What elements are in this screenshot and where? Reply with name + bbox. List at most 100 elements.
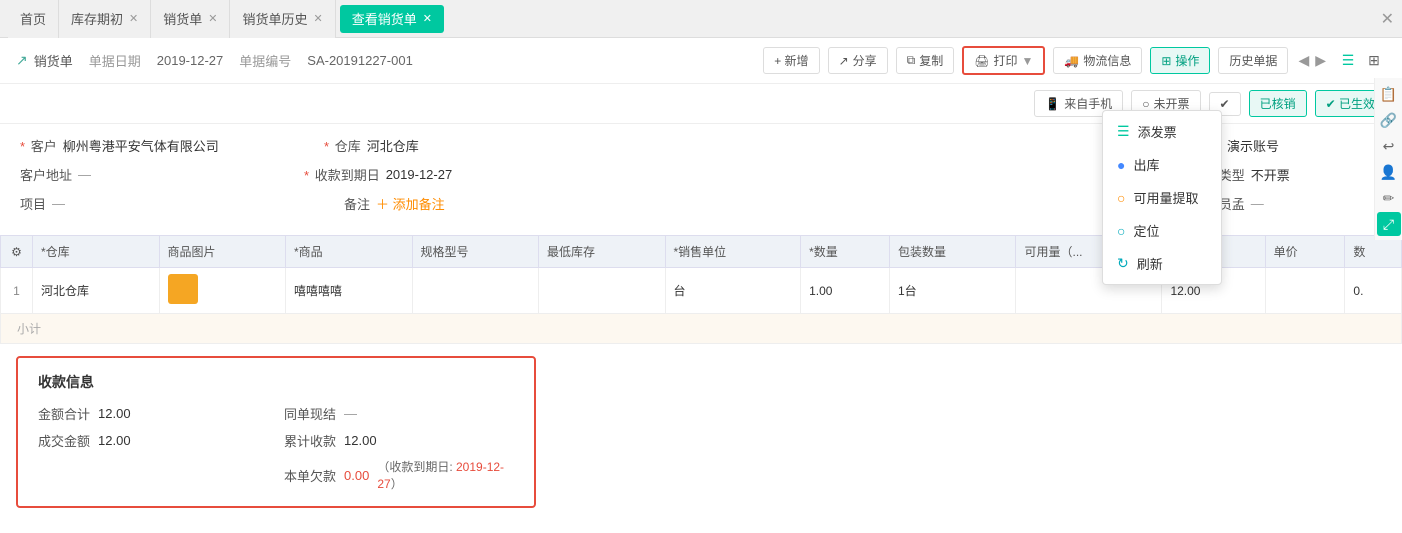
row-number: 1 <box>1 268 33 314</box>
due-date-display: 2019-12-27 <box>377 460 504 491</box>
truck-icon: 🚚 <box>1064 54 1079 68</box>
tab-bar: 首页 库存期初 ✕ 销货单 ✕ 销货单历史 ✕ 查看销货单 ✕ ✕ <box>0 0 1402 38</box>
owed-item <box>38 458 268 492</box>
row-product: 嘻嘻嘻嘻 <box>286 268 413 314</box>
share-icon: ↗ <box>839 54 849 68</box>
col-quantity: *数量 <box>801 236 890 268</box>
rt-user-button[interactable]: 👤 <box>1377 160 1401 184</box>
col-amount: 数 <box>1345 236 1402 268</box>
operations-dropdown: ☰ 添发票 ● 出库 ○ 可用量提取 ○ 定位 ↻ 刷新 <box>1102 110 1222 285</box>
rt-edit-button[interactable]: ✏ <box>1377 186 1401 210</box>
tab-sales-order[interactable]: 销货单 ✕ <box>151 0 230 38</box>
tab-inventory-init[interactable]: 库存期初 ✕ <box>59 0 151 38</box>
list-view-button[interactable]: ☰ <box>1336 49 1360 73</box>
main-content: ↗ 销货单 单据日期 2019-12-27 单据编号 SA-20191227-0… <box>0 38 1402 533</box>
confirm-icon: ✔ <box>1220 97 1230 111</box>
customer-field: * 客户 柳州粤港平安气体有限公司 <box>20 136 220 155</box>
ticket-value: 不开票 <box>1251 165 1290 184</box>
payment-grid: 金额合计 12.00 同单现结 — 成交金额 12.00 累计收款 12.00 … <box>38 404 514 492</box>
due-date-field: * 收款到期日 2019-12-27 <box>304 165 504 184</box>
add-note-button[interactable]: ＋ 添加备注 <box>376 194 445 213</box>
edit-icon: ✏ <box>1383 190 1395 207</box>
due-note: （收款到期日: 2019-12-27） <box>377 458 514 492</box>
prev-arrow[interactable]: ◀ <box>1296 52 1311 69</box>
rt-expand-button[interactable]: ⤢ <box>1377 212 1401 236</box>
tab-close-view-sales[interactable]: ✕ <box>423 12 432 25</box>
address-value: — <box>78 167 91 182</box>
tab-close-inventory[interactable]: ✕ <box>129 12 138 25</box>
refresh-item[interactable]: ↻ 刷新 <box>1103 247 1221 280</box>
add-invoice-icon: ☰ <box>1117 123 1130 140</box>
tab-close-history[interactable]: ✕ <box>314 12 323 25</box>
project-label: 项目 <box>20 194 46 213</box>
transaction-item: 成交金额 12.00 <box>38 431 268 450</box>
copy-icon: ⧉ <box>907 53 916 68</box>
col-warehouse: *仓库 <box>33 236 160 268</box>
grid-view-button[interactable]: ⊞ <box>1362 49 1386 73</box>
print-button[interactable]: 🖨 打印 ▼ <box>962 46 1045 75</box>
locate-icon: ○ <box>1117 223 1125 239</box>
row-min-stock <box>539 268 666 314</box>
doc-header: ↗ 销货单 单据日期 2019-12-27 单据编号 SA-20191227-0… <box>0 38 1402 84</box>
payment-info-box: 收款信息 金额合计 12.00 同单现结 — 成交金额 12.00 累计收款 1… <box>16 356 536 508</box>
confirmed-status[interactable]: 已核销 <box>1249 90 1307 117</box>
warehouse-value: 河北仓库 <box>367 136 419 155</box>
print-icon: 🖨 <box>974 54 989 68</box>
next-arrow[interactable]: ▶ <box>1313 52 1328 69</box>
operations-button[interactable]: ⊞ 操作 <box>1150 47 1210 74</box>
user-icon: 👤 <box>1380 164 1397 181</box>
window-close-button[interactable]: ✕ <box>1381 9 1394 29</box>
total-amount-value: 12.00 <box>98 406 131 421</box>
product-image <box>168 274 198 304</box>
col-min-stock: 最低库存 <box>539 236 666 268</box>
warehouse-label: * 仓库 <box>324 136 361 155</box>
total-amount-item: 金额合计 12.00 <box>38 404 268 423</box>
row-price <box>1265 268 1345 314</box>
row-warehouse: 河北仓库 <box>33 268 160 314</box>
col-settings: ⚙ <box>1 236 33 268</box>
date-label: 单据日期 <box>89 51 141 70</box>
add-invoice-item[interactable]: ☰ 添发票 <box>1103 115 1221 148</box>
effective-icon: ✔ <box>1326 97 1336 111</box>
row-quantity: 1.00 <box>801 268 890 314</box>
mobile-icon: 📱 <box>1045 97 1060 111</box>
new-button[interactable]: + 新增 <box>763 47 819 74</box>
tab-close-sales[interactable]: ✕ <box>208 12 217 25</box>
note-field: 备注 ＋ 添加备注 <box>344 194 544 213</box>
number-value: SA-20191227-001 <box>307 53 413 68</box>
outbound-item[interactable]: ● 出库 <box>1103 148 1221 181</box>
staff-value: 演示账号 <box>1227 136 1279 155</box>
copy-button[interactable]: ⧉ 复制 <box>896 47 955 74</box>
tab-home[interactable]: 首页 <box>8 0 59 38</box>
ticket-icon: ○ <box>1142 97 1149 111</box>
share-button[interactable]: ↗ 分享 <box>828 47 888 74</box>
due-date-label: * 收款到期日 <box>304 165 380 184</box>
clipboard-icon: 📋 <box>1380 86 1397 103</box>
owed-value: 0.00 <box>344 468 369 483</box>
address-label: 客户地址 <box>20 165 72 184</box>
link-icon: 🔗 <box>1380 112 1397 129</box>
rt-clipboard-button[interactable]: 📋 <box>1377 82 1401 106</box>
cumulative-label: 累计收款 <box>284 431 336 450</box>
logistics-button[interactable]: 🚚 物流信息 <box>1053 47 1142 74</box>
tab-view-sales[interactable]: 查看销货单 ✕ <box>340 5 444 33</box>
number-label: 单据编号 <box>239 51 291 70</box>
history-button[interactable]: 历史单据 <box>1218 47 1288 74</box>
col-product: *商品 <box>286 236 413 268</box>
date-value: 2019-12-27 <box>157 53 224 68</box>
doc-meta: 单据日期 2019-12-27 单据编号 SA-20191227-001 <box>89 51 413 70</box>
tab-sales-history[interactable]: 销货单历史 ✕ <box>230 0 335 38</box>
expand-icon: ⤢ <box>1383 216 1394 233</box>
locate-item[interactable]: ○ 定位 <box>1103 214 1221 247</box>
available-extract-item[interactable]: ○ 可用量提取 <box>1103 181 1221 214</box>
rt-link-button[interactable]: 🔗 <box>1377 108 1401 132</box>
same-order-item: 同单现结 — <box>284 404 514 423</box>
doc-actions: + 新增 ↗ 分享 ⧉ 复制 🖨 打印 ▼ 🚚 物流信息 ⊞ 操作 <box>763 46 1386 75</box>
col-pack-qty: 包装数量 <box>889 236 1016 268</box>
same-order-value: — <box>344 406 357 421</box>
rt-reply-button[interactable]: ↩ <box>1377 134 1401 158</box>
note-label: 备注 <box>344 194 370 213</box>
owed-full-item: 本单欠款 0.00 （收款到期日: 2019-12-27） <box>284 458 514 492</box>
same-order-label: 同单现结 <box>284 404 336 423</box>
print-dropdown-arrow: ▼ <box>1021 54 1033 68</box>
